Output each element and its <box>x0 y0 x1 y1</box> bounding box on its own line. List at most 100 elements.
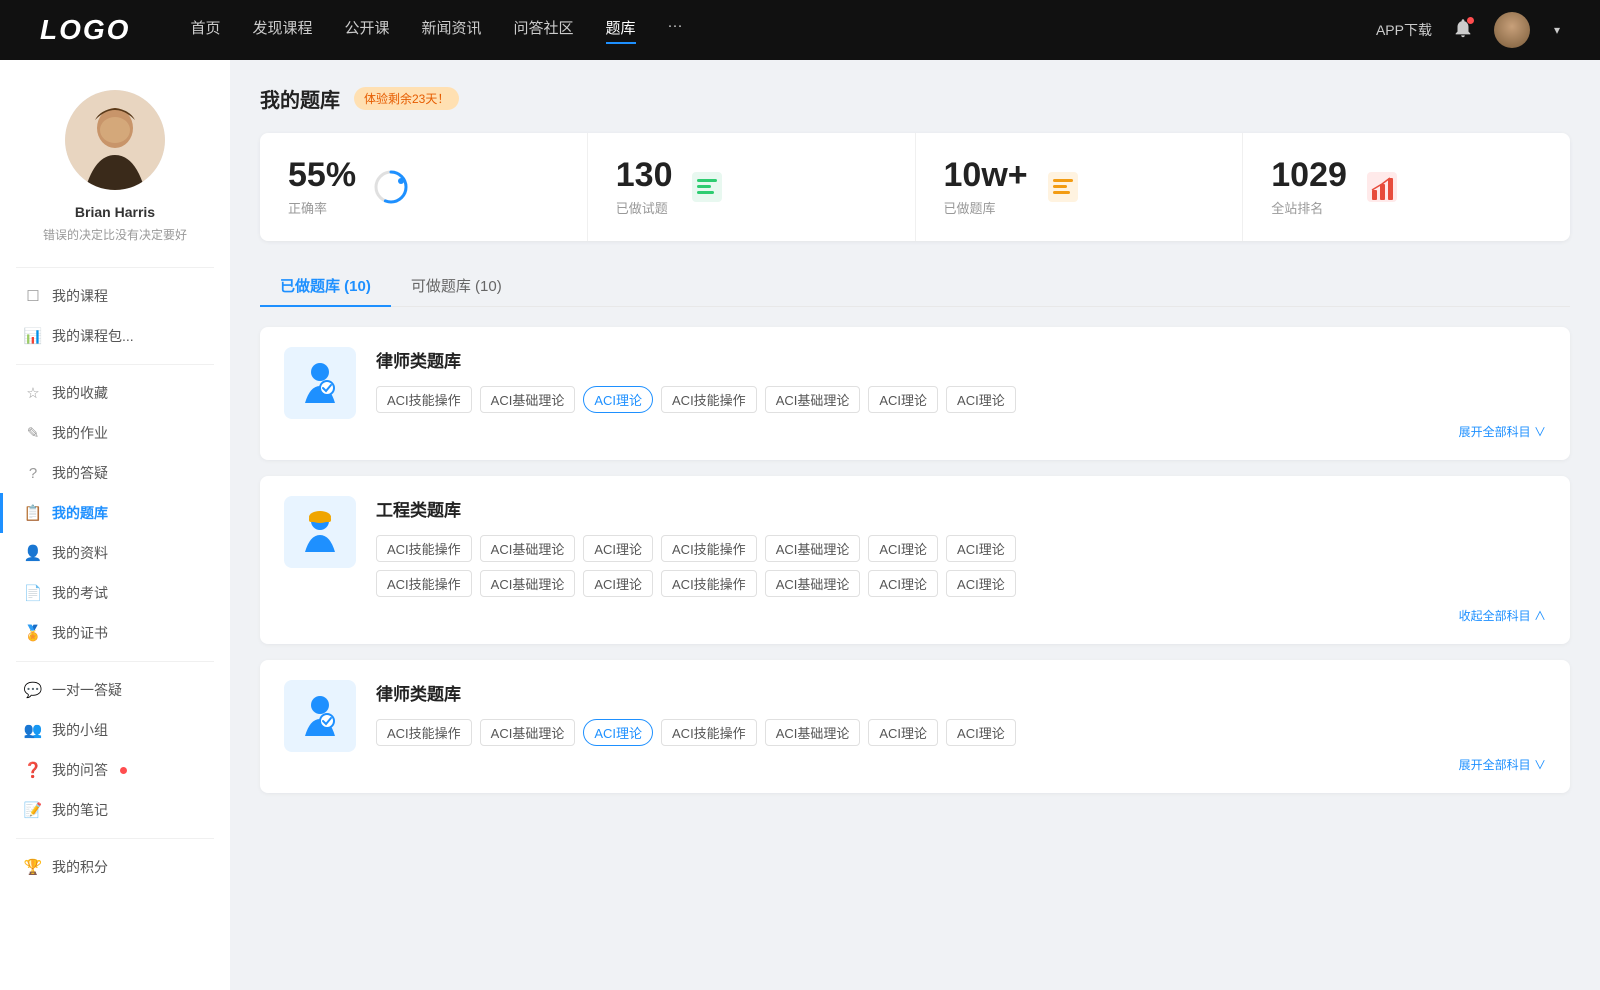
sidebar-item-homework[interactable]: ✎ 我的作业 <box>0 413 230 453</box>
nav-home[interactable]: 首页 <box>190 17 220 44</box>
sidebar-item-course-packages[interactable]: 📊 我的课程包... <box>0 316 230 356</box>
sidebar-item-certs[interactable]: 🏅 我的证书 <box>0 613 230 653</box>
qbank-body-3: 律师类题库 ACI技能操作 ACI基础理论 ACI理论 ACI技能操作 ACI基… <box>376 680 1546 773</box>
sidebar-label-homework: 我的作业 <box>52 423 108 443</box>
user-avatar[interactable] <box>1494 12 1530 48</box>
sidebar-label-notes: 我的笔记 <box>52 800 108 820</box>
question-icon: ? <box>24 464 42 482</box>
sidebar-item-points[interactable]: 🏆 我的积分 <box>0 847 230 887</box>
accuracy-circle-icon <box>372 168 410 206</box>
sidebar-divider-1 <box>16 267 214 268</box>
sidebar-menu: ☐ 我的课程 📊 我的课程包... ☆ 我的收藏 ✎ 我的作业 ? 我的答疑 📋 <box>0 276 230 887</box>
sidebar-item-exams[interactable]: 📄 我的考试 <box>0 573 230 613</box>
qbank-tag[interactable]: ACI理论 <box>946 386 1016 413</box>
sidebar-label-certs: 我的证书 <box>52 623 108 643</box>
sidebar-divider-3 <box>16 661 214 662</box>
qbank-tag[interactable]: ACI理论 <box>583 535 653 562</box>
sidebar-label-favorites: 我的收藏 <box>52 383 108 403</box>
qbank-tag[interactable]: ACI理论 <box>868 570 938 597</box>
sidebar-item-notes[interactable]: 📝 我的笔记 <box>0 790 230 830</box>
nav-more[interactable]: ··· <box>668 17 683 44</box>
nav-qbank[interactable]: 题库 <box>606 17 636 44</box>
qbank-tag[interactable]: ACI理论 <box>868 719 938 746</box>
sidebar-item-my-courses[interactable]: ☐ 我的课程 <box>0 276 230 316</box>
page-title: 我的题库 <box>260 84 340 113</box>
nav-discover[interactable]: 发现课程 <box>252 17 312 44</box>
qbank-tag[interactable]: ACI基础理论 <box>480 570 576 597</box>
qbank-tag[interactable]: ACI技能操作 <box>376 386 472 413</box>
sidebar-item-one-on-one[interactable]: 💬 一对一答疑 <box>0 670 230 710</box>
sidebar-item-questions[interactable]: ? 我的答疑 <box>0 453 230 493</box>
qbank-tag[interactable]: ACI理论 <box>868 535 938 562</box>
sidebar-user-motto: 错误的决定比没有决定要好 <box>43 226 187 243</box>
stat-banks-label: 已做题库 <box>944 198 1028 217</box>
qbank-tag[interactable]: ACI基础理论 <box>765 570 861 597</box>
qbank-tag[interactable]: ACI技能操作 <box>661 535 757 562</box>
coin-icon: 🏆 <box>24 858 42 876</box>
questions-list-icon <box>688 168 726 206</box>
stat-accuracy-label: 正确率 <box>288 198 356 217</box>
qbank-title-2: 工程类题库 <box>376 496 1546 521</box>
tab-done-banks[interactable]: 已做题库 (10) <box>260 265 391 306</box>
sidebar-item-favorites[interactable]: ☆ 我的收藏 <box>0 373 230 413</box>
qbank-tag[interactable]: ACI基础理论 <box>765 719 861 746</box>
stat-banks-value: 10w+ <box>944 157 1028 194</box>
sidebar-label-questions: 我的答疑 <box>52 463 108 483</box>
sidebar-item-my-qa[interactable]: ❓ 我的问答 <box>0 750 230 790</box>
navbar: LOGO 首页 发现课程 公开课 新闻资讯 问答社区 题库 ··· APP下载 … <box>0 0 1600 60</box>
cert-icon: 🏅 <box>24 624 42 642</box>
qbank-body-2: 工程类题库 ACI技能操作 ACI基础理论 ACI理论 ACI技能操作 ACI基… <box>376 496 1546 624</box>
qbank-tag[interactable]: ACI技能操作 <box>376 719 472 746</box>
nav-open-course[interactable]: 公开课 <box>344 17 389 44</box>
nav-news[interactable]: 新闻资讯 <box>422 17 482 44</box>
qbank-tag-active[interactable]: ACI理论 <box>583 719 653 746</box>
sidebar-item-qbank[interactable]: 📋 我的题库 <box>0 493 230 533</box>
notification-bell[interactable] <box>1452 17 1474 44</box>
sidebar-label-exams: 我的考试 <box>52 583 108 603</box>
note-icon: 📝 <box>24 801 42 819</box>
sidebar-item-groups[interactable]: 👥 我的小组 <box>0 710 230 750</box>
qbank-tag[interactable]: ACI技能操作 <box>661 719 757 746</box>
qbank-tag[interactable]: ACI基础理论 <box>480 719 576 746</box>
qbank-tag[interactable]: ACI理论 <box>946 535 1016 562</box>
stat-questions-value: 130 <box>616 157 673 194</box>
sidebar-item-profile[interactable]: 👤 我的资料 <box>0 533 230 573</box>
nav-links: 首页 发现课程 公开课 新闻资讯 问答社区 题库 ··· <box>190 17 1376 44</box>
sidebar-label-profile: 我的资料 <box>52 543 108 563</box>
qbank-tag[interactable]: ACI理论 <box>583 570 653 597</box>
sidebar-label-course-packages: 我的课程包... <box>52 326 134 346</box>
sidebar-label-qbank: 我的题库 <box>52 503 108 523</box>
sidebar-label-my-courses: 我的课程 <box>52 286 108 306</box>
app-download-button[interactable]: APP下载 <box>1376 20 1432 40</box>
sidebar-divider-2 <box>16 364 214 365</box>
qbank-tag[interactable]: ACI技能操作 <box>661 386 757 413</box>
qbank-tags-1: ACI技能操作 ACI基础理论 ACI理论 ACI技能操作 ACI基础理论 AC… <box>376 386 1546 413</box>
book-icon: 📋 <box>24 504 42 522</box>
qbank-tag-active[interactable]: ACI理论 <box>583 386 653 413</box>
qa-notification-dot <box>120 767 127 774</box>
avatar-dropdown-chevron[interactable]: ▾ <box>1554 23 1560 37</box>
qbank-tags-row2: ACI技能操作 ACI基础理论 ACI理论 ACI技能操作 ACI基础理论 AC… <box>376 570 1546 597</box>
main-layout: Brian Harris 错误的决定比没有决定要好 ☐ 我的课程 📊 我的课程包… <box>0 60 1600 990</box>
qbank-tag[interactable]: ACI理论 <box>946 719 1016 746</box>
qbank-tag[interactable]: ACI技能操作 <box>376 570 472 597</box>
nav-qa[interactable]: 问答社区 <box>514 17 574 44</box>
qbank-tag[interactable]: ACI技能操作 <box>376 535 472 562</box>
sidebar-label-one-on-one: 一对一答疑 <box>52 680 122 700</box>
qbank-tag[interactable]: ACI理论 <box>946 570 1016 597</box>
file-icon: ☐ <box>24 287 42 305</box>
tab-available-banks[interactable]: 可做题库 (10) <box>391 265 522 306</box>
qbank-tag[interactable]: ACI技能操作 <box>661 570 757 597</box>
qbank-collapse-2[interactable]: 收起全部科目 ∧ <box>376 607 1546 624</box>
qbank-tag[interactable]: ACI基础理论 <box>480 535 576 562</box>
qbank-tag[interactable]: ACI理论 <box>868 386 938 413</box>
main-content: 我的题库 体验剩余23天！ 55% 正确率 130 <box>230 60 1600 990</box>
qbank-tag[interactable]: ACI基础理论 <box>765 386 861 413</box>
qbank-tag[interactable]: ACI基础理论 <box>765 535 861 562</box>
qbank-expand-3[interactable]: 展开全部科目 ∨ <box>376 756 1546 773</box>
group-icon: 👥 <box>24 721 42 739</box>
star-icon: ☆ <box>24 384 42 402</box>
qbank-tag[interactable]: ACI基础理论 <box>480 386 576 413</box>
qbank-expand-1[interactable]: 展开全部科目 ∨ <box>376 423 1546 440</box>
page-header: 我的题库 体验剩余23天！ <box>260 84 1570 113</box>
